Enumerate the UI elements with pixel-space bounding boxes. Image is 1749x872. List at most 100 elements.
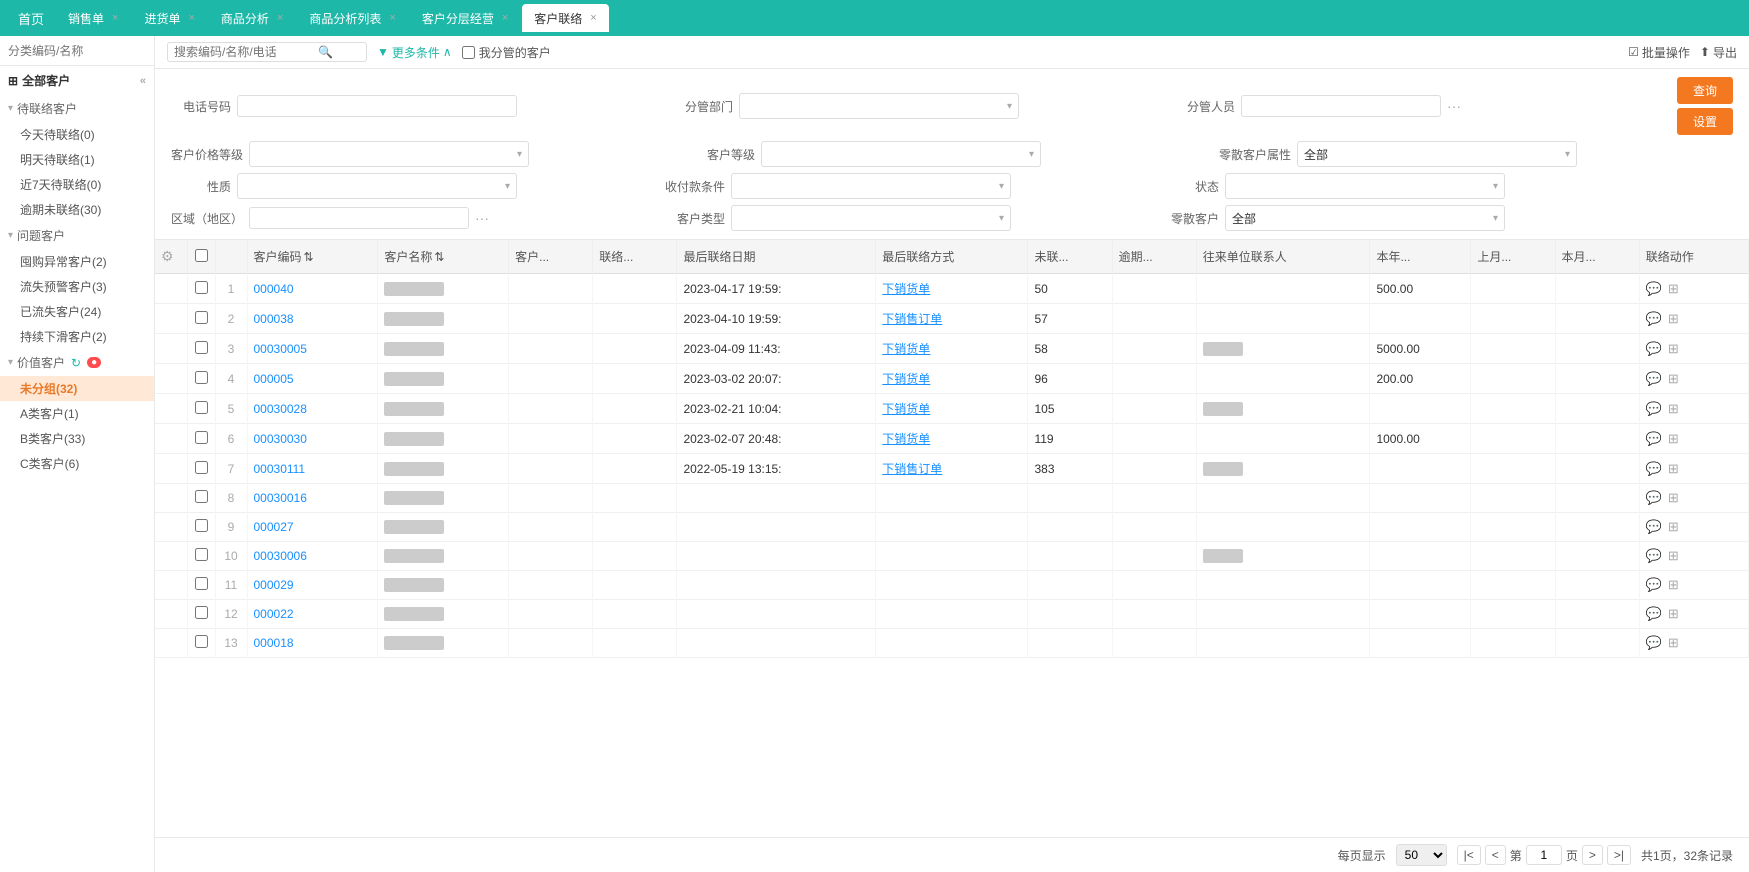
filter-status-select[interactable]: ▾	[1225, 173, 1505, 199]
grid-action-icon[interactable]: ⊞	[1668, 490, 1679, 506]
sidebar-item-a-class[interactable]: A类客户(1)	[0, 401, 154, 426]
nav-tab-customer-contact[interactable]: 客户联络 ×	[522, 4, 608, 32]
sidebar-item-b-class[interactable]: B类客户(33)	[0, 426, 154, 451]
row-checkbox[interactable]	[195, 635, 208, 648]
row-checkbox[interactable]	[195, 401, 208, 414]
col-overdue[interactable]: 逾期...	[1112, 240, 1196, 274]
grid-action-icon[interactable]: ⊞	[1668, 401, 1679, 417]
method-link[interactable]: 下销售订单	[882, 462, 942, 476]
sidebar-item-abnormal[interactable]: 囤购异常客户(2)	[0, 249, 154, 274]
method-link[interactable]: 下销售订单	[882, 312, 942, 326]
message-icon[interactable]: 💬	[1646, 311, 1662, 327]
row-checkbox[interactable]	[195, 431, 208, 444]
grid-action-icon[interactable]: ⊞	[1668, 431, 1679, 447]
filter-scatter-attr-select[interactable]: 全部 ▾	[1297, 141, 1577, 167]
sidebar-group-pending[interactable]: ▾ 待联络客户	[0, 95, 154, 122]
grid-action-icon[interactable]: ⊞	[1668, 577, 1679, 593]
row-code[interactable]: 000005	[247, 364, 378, 394]
select-all-checkbox[interactable]	[195, 249, 208, 262]
grid-action-icon[interactable]: ⊞	[1668, 341, 1679, 357]
sidebar-item-overdue-pending[interactable]: 逾期未联络(30)	[0, 197, 154, 222]
message-icon[interactable]: 💬	[1646, 341, 1662, 357]
col-no-contact[interactable]: 未联...	[1028, 240, 1112, 274]
nav-tab-analysis[interactable]: 商品分析 ×	[209, 4, 295, 32]
page-input[interactable]	[1526, 845, 1562, 865]
method-link[interactable]: 下销货单	[882, 432, 930, 446]
message-icon[interactable]: 💬	[1646, 577, 1662, 593]
col-name[interactable]: 客户名称 ⇅	[378, 240, 509, 274]
filter-nature-select[interactable]: ▾	[237, 173, 517, 199]
reset-button[interactable]: 设置	[1677, 108, 1733, 135]
close-sales-tab[interactable]: ×	[112, 12, 118, 24]
grid-action-icon[interactable]: ⊞	[1668, 371, 1679, 387]
message-icon[interactable]: 💬	[1646, 371, 1662, 387]
message-icon[interactable]: 💬	[1646, 461, 1662, 477]
sidebar-item-today-pending[interactable]: 今天待联络(0)	[0, 122, 154, 147]
message-icon[interactable]: 💬	[1646, 606, 1662, 622]
row-code[interactable]: 00030030	[247, 424, 378, 454]
method-link[interactable]: 下销货单	[882, 372, 930, 386]
method-link[interactable]: 下销货单	[882, 402, 930, 416]
row-checkbox[interactable]	[195, 311, 208, 324]
region-dots[interactable]: ···	[475, 210, 489, 226]
filter-manager-input[interactable]	[1241, 95, 1441, 117]
row-checkbox[interactable]	[195, 606, 208, 619]
grid-action-icon[interactable]: ⊞	[1668, 635, 1679, 651]
sidebar-item-unclassified[interactable]: 未分组(32)	[0, 376, 154, 401]
col-unit-contacts[interactable]: 往来单位联系人	[1196, 240, 1370, 274]
sidebar-group-problem[interactable]: ▾ 问题客户	[0, 222, 154, 249]
first-page-btn[interactable]: |<	[1457, 845, 1481, 865]
row-code[interactable]: 000027	[247, 513, 378, 542]
filter-customer-type-select[interactable]: ▾	[731, 205, 1011, 231]
nav-tab-analysis-list[interactable]: 商品分析列表 ×	[297, 4, 407, 32]
row-code[interactable]: 00030016	[247, 484, 378, 513]
filter-payment-select[interactable]: ▾	[731, 173, 1011, 199]
sidebar-item-declining[interactable]: 持续下滑客户(2)	[0, 324, 154, 349]
batch-operation-link[interactable]: ☑ 批量操作	[1628, 44, 1690, 61]
filter-dept-select[interactable]: ▾	[739, 93, 1019, 119]
filter-customer-level-select[interactable]: ▾	[761, 141, 1041, 167]
row-checkbox[interactable]	[195, 461, 208, 474]
col-type[interactable]: 客户...	[509, 240, 593, 274]
nav-home[interactable]: 首页	[8, 9, 54, 28]
row-code[interactable]: 00030111	[247, 454, 378, 484]
per-page-select[interactable]: 50 100 200	[1396, 844, 1447, 866]
message-icon[interactable]: 💬	[1646, 519, 1662, 535]
my-customers-checkbox[interactable]: 我分管的客户	[462, 44, 551, 61]
sidebar-item-lost[interactable]: 已流失客户(24)	[0, 299, 154, 324]
sidebar-search-input[interactable]	[8, 44, 155, 58]
nav-tab-purchase[interactable]: 进货单 ×	[132, 4, 206, 32]
method-link[interactable]: 下销货单	[882, 282, 930, 296]
col-last-date[interactable]: 最后联络日期	[677, 240, 876, 274]
close-customer-contact-tab[interactable]: ×	[590, 12, 596, 24]
prev-page-btn[interactable]: <	[1485, 845, 1506, 865]
grid-action-icon[interactable]: ⊞	[1668, 606, 1679, 622]
row-checkbox[interactable]	[195, 490, 208, 503]
grid-action-icon[interactable]: ⊞	[1668, 519, 1679, 535]
my-customers-check[interactable]	[462, 46, 475, 59]
message-icon[interactable]: 💬	[1646, 548, 1662, 564]
row-code[interactable]: 00030006	[247, 542, 378, 571]
message-icon[interactable]: 💬	[1646, 635, 1662, 651]
col-last-month[interactable]: 上月...	[1471, 240, 1555, 274]
col-contact[interactable]: 联络...	[593, 240, 677, 274]
last-page-btn[interactable]: >|	[1607, 845, 1631, 865]
message-icon[interactable]: 💬	[1646, 401, 1662, 417]
close-customer-seg-tab[interactable]: ×	[502, 12, 508, 24]
filter-phone-input[interactable]	[237, 95, 517, 117]
row-code[interactable]: 000040	[247, 274, 378, 304]
close-analysis-tab[interactable]: ×	[277, 12, 283, 24]
sidebar-group-value[interactable]: ▾ 价值客户 ↻ ●	[0, 349, 154, 376]
row-checkbox[interactable]	[195, 371, 208, 384]
grid-action-icon[interactable]: ⊞	[1668, 281, 1679, 297]
export-link[interactable]: ⬆ 导出	[1700, 44, 1737, 61]
sidebar-item-7day-pending[interactable]: 近7天待联络(0)	[0, 172, 154, 197]
grid-action-icon[interactable]: ⊞	[1668, 461, 1679, 477]
filter-region-input[interactable]	[249, 207, 469, 229]
manager-dots[interactable]: ···	[1447, 98, 1461, 114]
filter-more-conditions[interactable]: ▼ 更多条件 ∧	[377, 44, 452, 61]
method-link[interactable]: 下销货单	[882, 342, 930, 356]
col-last-method[interactable]: 最后联络方式	[876, 240, 1028, 274]
filter-scatter-customer-select[interactable]: 全部 ▾	[1225, 205, 1505, 231]
message-icon[interactable]: 💬	[1646, 281, 1662, 297]
